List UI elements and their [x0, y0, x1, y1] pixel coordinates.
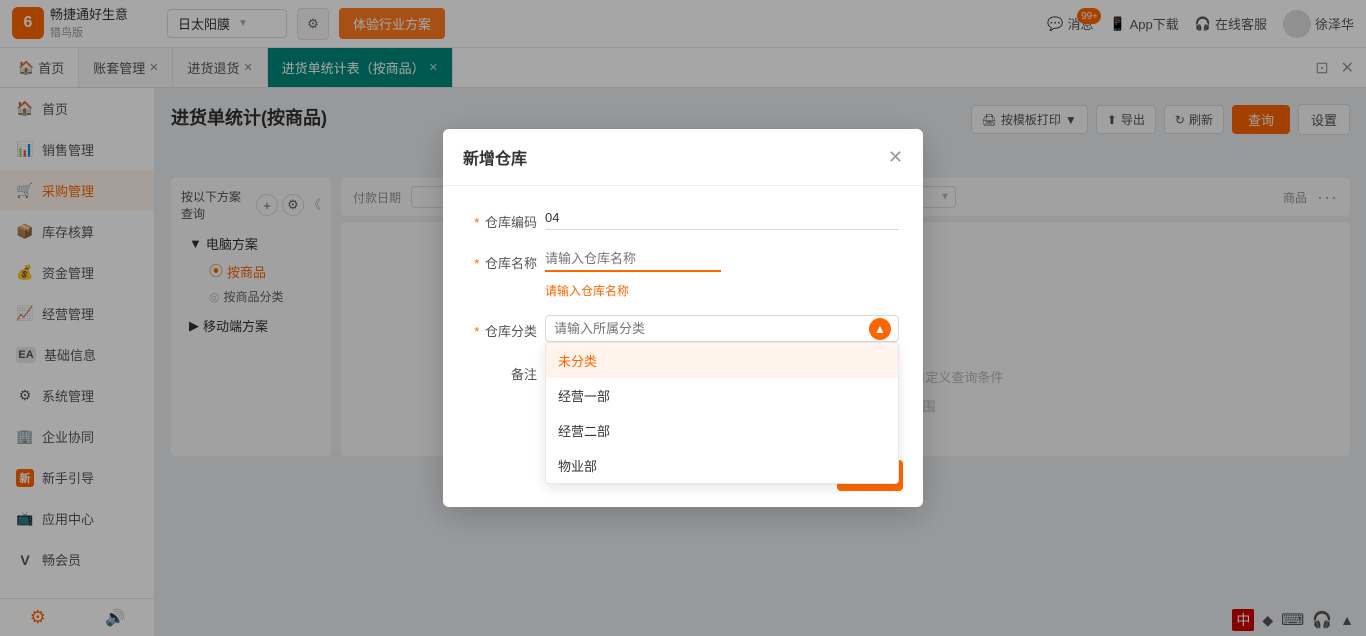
category-label: * 仓库分类: [467, 315, 537, 340]
dialog-title: 新增仓库: [463, 145, 527, 169]
form-row-code: * 仓库编码: [467, 206, 899, 231]
category-input-wrap: ▲ 未分类 经营一部 经营二部 物业部: [545, 315, 899, 342]
name-error-message: 请输入仓库名称: [545, 282, 629, 299]
form-row-name: * 仓库名称 请输入仓库名称: [467, 247, 899, 299]
dialog-body: * 仓库编码 * 仓库名称 请输入仓库: [443, 186, 923, 450]
form-row-category: * 仓库分类 ▲ 未分类 经营一部 经营二部 物业部: [467, 315, 899, 342]
category-option-1[interactable]: 经营一部: [546, 378, 898, 413]
category-dropdown: 未分类 经营一部 经营二部 物业部: [545, 342, 899, 484]
add-warehouse-dialog: 新增仓库 ✕ * 仓库编码 * 仓库名称: [443, 129, 923, 507]
code-label: * 仓库编码: [467, 206, 537, 231]
category-option-0[interactable]: 未分类: [546, 343, 898, 378]
modal-overlay: 新增仓库 ✕ * 仓库编码 * 仓库名称: [0, 0, 1366, 636]
note-label: 备注: [467, 358, 537, 383]
name-label: * 仓库名称: [467, 247, 537, 272]
category-option-2[interactable]: 经营二部: [546, 413, 898, 448]
category-input[interactable]: [545, 315, 899, 342]
category-toggle-button[interactable]: ▲: [869, 318, 891, 340]
code-input[interactable]: [545, 206, 899, 230]
dialog-close-button[interactable]: ✕: [888, 148, 903, 166]
category-option-3[interactable]: 物业部: [546, 448, 898, 483]
dialog-header: 新增仓库 ✕: [443, 129, 923, 186]
name-input[interactable]: [545, 247, 721, 272]
